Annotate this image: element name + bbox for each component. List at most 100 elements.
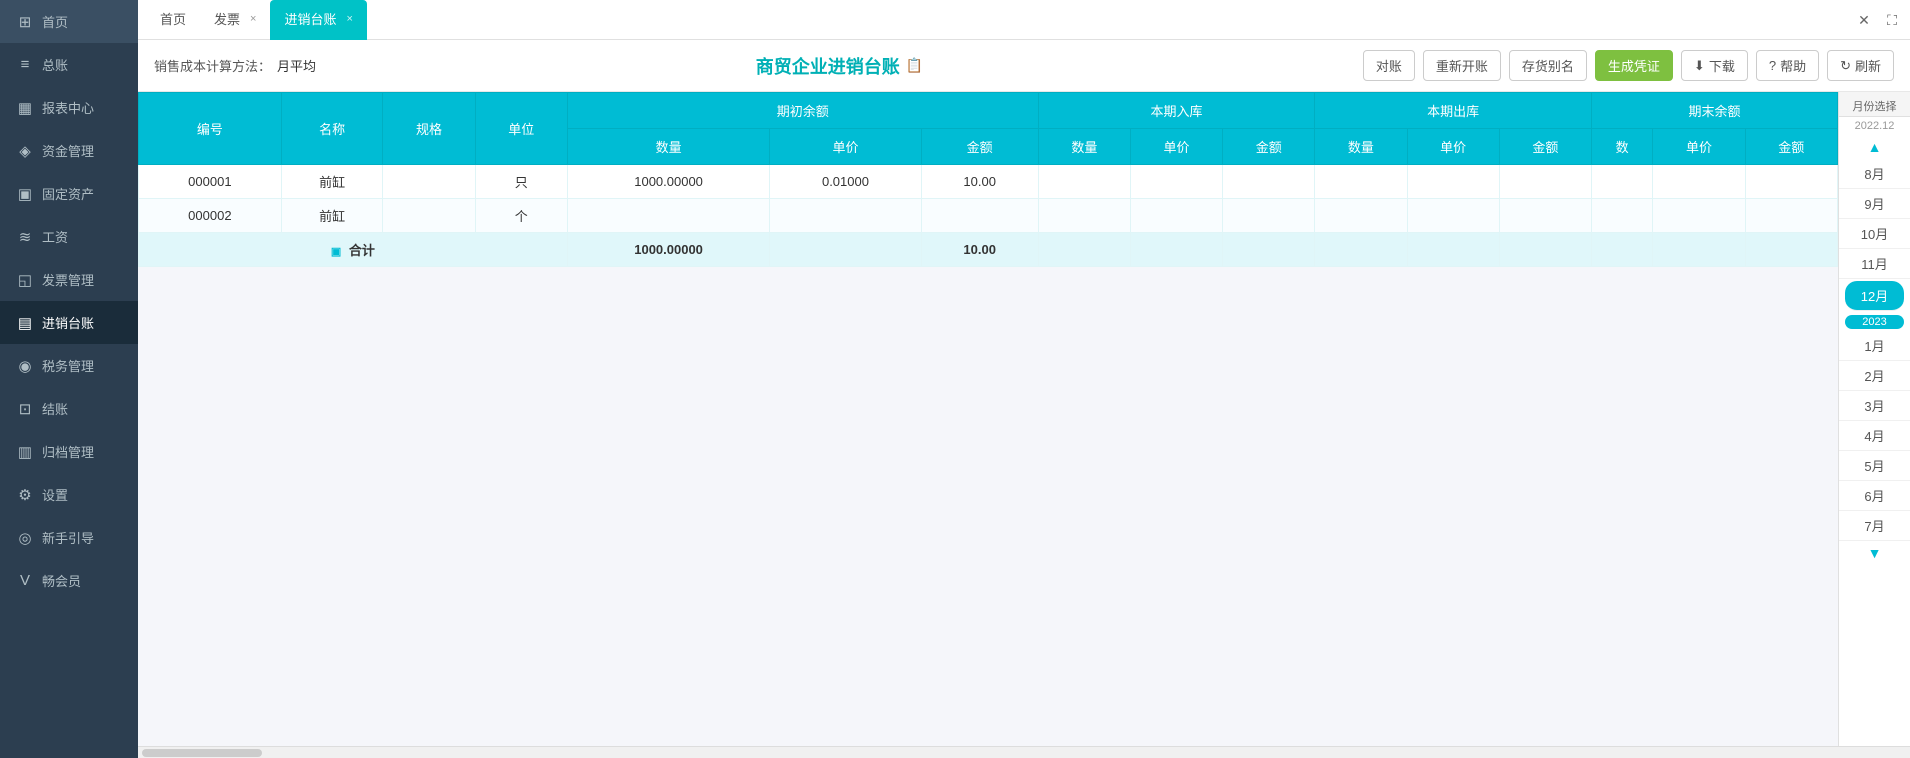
refresh-button[interactable]: ↻ 刷新 xyxy=(1827,50,1894,81)
month-item-7[interactable]: 7月 xyxy=(1839,511,1910,541)
bottom-scrollbar[interactable] xyxy=(138,746,1910,758)
sidebar-item-label: 归档管理 xyxy=(42,442,94,461)
content-area: 销售成本计算方法： 月平均 商贸企业进销台账 📋 对账 重新开账 存货别名 生成… xyxy=(138,40,1910,758)
sidebar-item-settings[interactable]: ⚙ 设置 xyxy=(0,473,138,516)
sidebar-item-label: 首页 xyxy=(42,12,68,31)
month-item-12[interactable]: 12月 xyxy=(1845,281,1904,311)
sidebar-item-label: 新手引导 xyxy=(42,528,94,547)
sidebar-item-ledger[interactable]: ≡ 总账 xyxy=(0,43,138,86)
month-item-4[interactable]: 4月 xyxy=(1839,421,1910,451)
tab-home[interactable]: 首页 xyxy=(146,0,200,40)
month-item-6[interactable]: 6月 xyxy=(1839,481,1910,511)
cell-price-in xyxy=(1130,165,1222,199)
reports-icon: ▦ xyxy=(16,99,34,117)
page-title-text: 商贸企业进销台账 xyxy=(756,53,900,79)
page-title: 商贸企业进销台账 📋 xyxy=(324,53,1355,79)
main-area: 首页 发票 × 进销台账 × ✕ ⛶ 销售成本计算方法： 月平均 商贸企业进销台… xyxy=(138,0,1910,758)
sidebar-item-member[interactable]: V 畅会员 xyxy=(0,559,138,602)
month-item-1[interactable]: 1月 xyxy=(1839,331,1910,361)
guide-icon: ◎ xyxy=(16,529,34,547)
download-button[interactable]: ⬇ 下载 xyxy=(1681,50,1748,81)
sidebar-item-reports[interactable]: ▦ 报表中心 xyxy=(0,86,138,129)
home-icon: ⊞ xyxy=(16,13,34,31)
cell-id: 000001 xyxy=(139,165,282,199)
sidebar-item-label: 畅会员 xyxy=(42,571,81,590)
save-alias-button[interactable]: 存货别名 xyxy=(1509,50,1587,81)
cell-qty-out xyxy=(1315,199,1407,233)
sidebar-item-tax[interactable]: ◉ 税务管理 xyxy=(0,344,138,387)
close-window-button[interactable]: ✕ xyxy=(1854,10,1874,30)
title-info-icon: 📋 xyxy=(906,57,923,74)
sidebar-item-label: 设置 xyxy=(42,485,68,504)
finance-icon: ◈ xyxy=(16,142,34,160)
sidebar-item-home[interactable]: ⊞ 首页 xyxy=(0,0,138,43)
cell-amount-open xyxy=(921,199,1038,233)
tab-invoice-label: 发票 xyxy=(214,9,240,28)
cell-id: 000002 xyxy=(139,199,282,233)
sidebar-item-label: 报表中心 xyxy=(42,98,94,117)
month-item-2[interactable]: 2月 xyxy=(1839,361,1910,391)
sidebar-item-label: 发票管理 xyxy=(42,270,94,289)
invoice-mgmt-icon: ◱ xyxy=(16,271,34,289)
sidebar-item-finance[interactable]: ◈ 资金管理 xyxy=(0,129,138,172)
help-icon: ? xyxy=(1769,58,1776,73)
table-row: 000001 前缸 只 1000.00000 0.01000 10.00 xyxy=(139,165,1838,199)
tab-purchase-sales-label: 进销台账 xyxy=(284,9,336,28)
tab-home-label: 首页 xyxy=(160,9,186,28)
sidebar-item-archive[interactable]: ▥ 归档管理 xyxy=(0,430,138,473)
total-price-close xyxy=(1653,233,1745,267)
archive-icon: ▥ xyxy=(16,443,34,461)
reopen-button[interactable]: 重新开账 xyxy=(1423,50,1501,81)
col-header-out: 本期出库 xyxy=(1315,93,1592,129)
month-item-8[interactable]: 8月 xyxy=(1839,159,1910,189)
total-icon: ▣ xyxy=(331,246,341,258)
help-button[interactable]: ? 帮助 xyxy=(1756,50,1819,81)
toolbar-actions: 对账 重新开账 存货别名 生成凭证 ⬇ 下载 ? 帮助 ↻ 刷新 xyxy=(1363,50,1894,81)
month-item-5[interactable]: 5月 xyxy=(1839,451,1910,481)
month-item-3[interactable]: 3月 xyxy=(1839,391,1910,421)
cell-amount-in xyxy=(1223,199,1315,233)
month-up-button[interactable]: ▲ xyxy=(1839,135,1910,159)
month-item-9[interactable]: 9月 xyxy=(1839,189,1910,219)
total-label: ▣ 合计 xyxy=(139,233,568,267)
salary-icon: ≋ xyxy=(16,228,34,246)
month-panel: 月份选择 2022.12 ▲ 8月 9月 10月 11月 12月 2023 1月… xyxy=(1838,92,1910,746)
sidebar-item-salary[interactable]: ≋ 工资 xyxy=(0,215,138,258)
tax-icon: ◉ xyxy=(16,357,34,375)
col-sub-amount-close: 金额 xyxy=(1745,129,1837,165)
sidebar-item-label: 税务管理 xyxy=(42,356,94,375)
month-item-11[interactable]: 11月 xyxy=(1839,249,1910,279)
tab-purchase-sales[interactable]: 进销台账 × xyxy=(270,0,366,40)
sidebar: ⊞ 首页 ≡ 总账 ▦ 报表中心 ◈ 资金管理 ▣ 固定资产 ≋ 工资 ◱ 发票… xyxy=(0,0,138,758)
maximize-window-button[interactable]: ⛶ xyxy=(1882,10,1902,30)
table-wrapper: 编号 名称 规格 单位 期初余额 本期入库 本期出库 期末余额 数量 单价 xyxy=(138,92,1910,746)
col-sub-qty-close: 数 xyxy=(1591,129,1652,165)
sidebar-item-settlement[interactable]: ⊡ 结账 xyxy=(0,387,138,430)
tab-purchase-sales-close[interactable]: × xyxy=(346,13,352,25)
cell-spec xyxy=(383,165,475,199)
download-icon: ⬇ xyxy=(1694,58,1705,74)
col-sub-qty-in: 数量 xyxy=(1038,129,1130,165)
ledger-icon: ≡ xyxy=(16,56,34,73)
sidebar-item-assets[interactable]: ▣ 固定资产 xyxy=(0,172,138,215)
month-down-button[interactable]: ▼ xyxy=(1839,541,1910,565)
total-price-out xyxy=(1407,233,1499,267)
sidebar-item-label: 总账 xyxy=(42,55,68,74)
sidebar-item-purchase-sales[interactable]: ▤ 进销台账 xyxy=(0,301,138,344)
tab-invoice-close[interactable]: × xyxy=(250,13,256,25)
download-label: 下载 xyxy=(1709,56,1735,75)
scroll-thumb[interactable] xyxy=(142,749,262,757)
month-item-10[interactable]: 10月 xyxy=(1839,219,1910,249)
cost-method: 销售成本计算方法： 月平均 xyxy=(154,56,316,75)
cell-amount-in xyxy=(1223,165,1315,199)
generate-voucher-button[interactable]: 生成凭证 xyxy=(1595,50,1673,81)
tab-invoice[interactable]: 发票 × xyxy=(200,0,270,40)
sidebar-item-invoice-mgmt[interactable]: ◱ 发票管理 xyxy=(0,258,138,301)
settlement-icon: ⊡ xyxy=(16,400,34,418)
reconcile-button[interactable]: 对账 xyxy=(1363,50,1415,81)
sidebar-item-guide[interactable]: ◎ 新手引导 xyxy=(0,516,138,559)
sidebar-item-label: 工资 xyxy=(42,227,68,246)
window-controls: ✕ ⛶ xyxy=(1854,0,1902,40)
cell-qty-out xyxy=(1315,165,1407,199)
col-sub-price-in: 单价 xyxy=(1130,129,1222,165)
